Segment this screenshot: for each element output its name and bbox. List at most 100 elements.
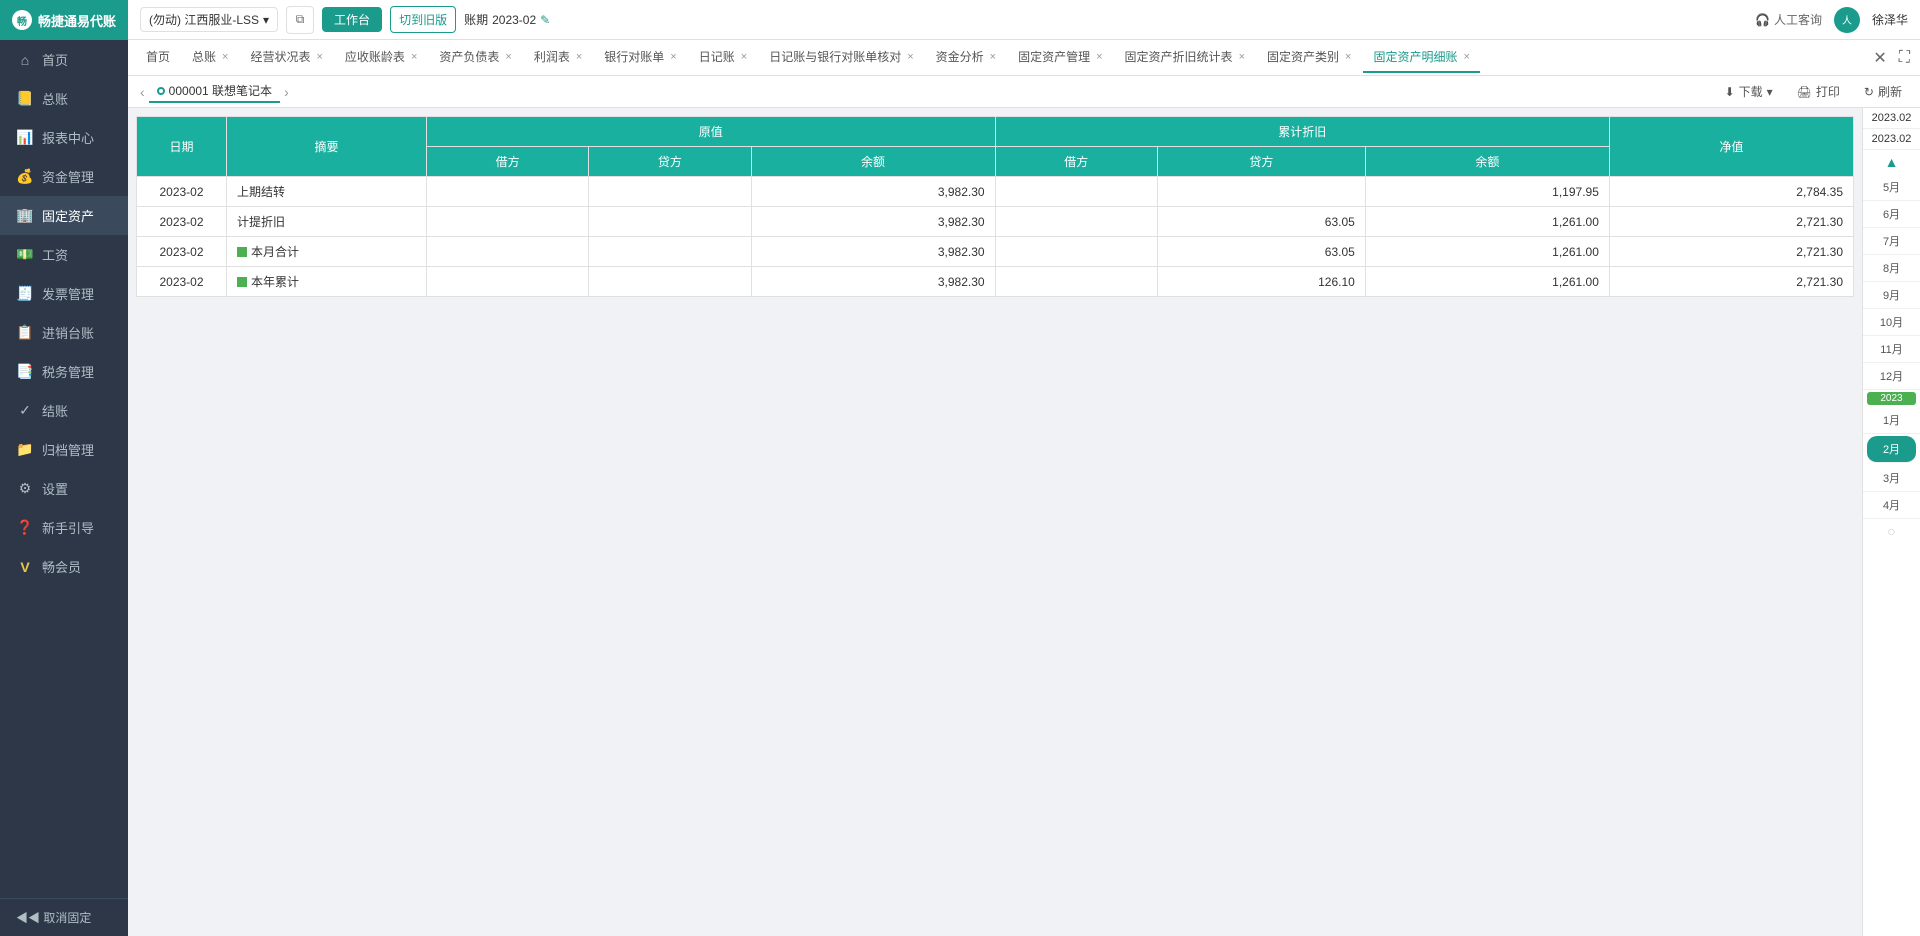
download-button[interactable]: ⬇ 下载 ▾ [1719,80,1779,103]
sidebar-item-invoice[interactable]: 🧾 发票管理 [0,274,128,313]
settings-icon: ⚙ [16,480,34,498]
period-month-3[interactable]: 3月 [1863,465,1920,492]
tab-journal-close[interactable]: × [741,51,747,63]
tab-asset-category[interactable]: 固定资产类别 × [1257,42,1361,73]
tabs-bar: 首页 总账 × 经营状况表 × 应收账龄表 × 资产负债表 × 利润表 × 银行… [128,40,1920,76]
period-month-2-active[interactable]: 2月 [1867,436,1916,463]
tab-fund-analysis[interactable]: 资金分析 × [926,42,1006,73]
sidebar-label-tax: 税务管理 [42,362,94,381]
period-scroll-up[interactable]: ▲ [1863,150,1920,174]
tab-journal-bank-label: 日记账与银行对账单核对 [769,48,901,65]
cell-desc-2: 本月合计 [227,237,427,267]
tab-receivable-close[interactable]: × [411,51,417,63]
tab-profit-close[interactable]: × [576,51,582,63]
period-month-9[interactable]: 9月 [1863,282,1920,309]
cell-orig-balance-0: 3,982.30 [751,177,995,207]
user-service-button[interactable]: 🎧 人工客询 [1755,11,1822,28]
tab-journal[interactable]: 日记账 × [689,42,757,73]
cell-desc-1: 计提折旧 [227,207,427,237]
switch-old-label: 切到旧版 [399,13,447,27]
cell-orig-debit-3 [427,267,589,297]
sub-nav-current-item[interactable]: 000001 联想笔记本 [149,80,280,103]
th-acc-debit: 借方 [995,147,1157,177]
sidebar-item-ledger[interactable]: 📒 总账 [0,79,128,118]
sub-nav-right-arrow[interactable]: › [284,84,289,100]
asset-detail-table: 日期 摘要 原值 累计折旧 净值 [136,116,1854,297]
tab-journal-bank-check[interactable]: 日记账与银行对账单核对 × [759,42,923,73]
tab-asset-dep-close[interactable]: × [1239,51,1245,63]
tab-asset-mgmt[interactable]: 固定资产管理 × [1008,42,1112,73]
period-scroll-down[interactable]: ○ [1863,519,1920,543]
tab-asset-cat-close[interactable]: × [1345,51,1351,63]
tab-journal-bank-close[interactable]: × [907,51,913,63]
period-month-4[interactable]: 4月 [1863,492,1920,519]
period-month-6[interactable]: 6月 [1863,201,1920,228]
tab-bank-statement[interactable]: 银行对账单 × [594,42,686,73]
tab-ledger-close[interactable]: × [222,51,228,63]
workbench-button[interactable]: 工作台 [322,7,382,32]
period-year-2023-top2: 2023.02 [1863,129,1920,150]
sales-icon: 📋 [16,324,34,342]
content-area: 日期 摘要 原值 累计折旧 净值 [128,108,1920,936]
cell-acc-credit-3: 126.10 [1157,267,1365,297]
maximize-tabs-button[interactable]: ⛶ [1897,47,1912,69]
topbar-right: 🎧 人工客询 人 徐泽华 [1755,7,1908,33]
period-month-1[interactable]: 1月 [1863,407,1920,434]
sub-nav-dot [157,87,165,95]
cell-acc-debit-0 [995,177,1157,207]
sub-nav-left-arrow[interactable]: ‹ [140,84,145,100]
cell-acc-credit-2: 63.05 [1157,237,1365,267]
sidebar-item-assets[interactable]: 🏢 固定资产 [0,196,128,235]
copy-company-button[interactable]: ⧉ [286,6,314,34]
period-year-2023-top: 2023.02 [1863,108,1920,129]
period-month-11[interactable]: 11月 [1863,336,1920,363]
user-avatar: 人 [1834,7,1860,33]
sidebar-item-settle[interactable]: ✓ 结账 [0,391,128,430]
sidebar-item-settings[interactable]: ⚙ 设置 [0,469,128,508]
tab-balance-sheet[interactable]: 资产负债表 × [429,42,521,73]
period-edit-icon[interactable]: ✎ [540,13,550,27]
print-button[interactable]: 🖨 打印 [1791,80,1846,103]
tab-bank-close[interactable]: × [670,51,676,63]
sidebar-item-archive[interactable]: 📁 归档管理 [0,430,128,469]
tab-ledger[interactable]: 总账 × [182,42,238,73]
tab-management-close[interactable]: × [316,51,322,63]
cell-orig-credit-1 [589,207,751,237]
tab-balance-close[interactable]: × [505,51,511,63]
sidebar-nav: ⌂ 首页 📒 总账 📊 报表中心 💰 资金管理 🏢 固定资产 💵 工资 🧾 发票… [0,40,128,898]
headset-icon: 🎧 [1755,13,1770,27]
period-month-8[interactable]: 8月 [1863,255,1920,282]
period-month-7[interactable]: 7月 [1863,228,1920,255]
sidebar-item-reports[interactable]: 📊 报表中心 [0,118,128,157]
close-all-tabs-button[interactable]: ✕ [1871,46,1888,70]
refresh-button[interactable]: ↻ 刷新 [1858,80,1908,103]
sidebar-item-funds[interactable]: 💰 资金管理 [0,157,128,196]
cell-orig-balance-2: 3,982.30 [751,237,995,267]
download-label: 下载 [1739,83,1763,100]
tab-fund-close[interactable]: × [990,51,996,63]
sidebar-item-guide[interactable]: ❓ 新手引导 [0,508,128,547]
switch-old-button[interactable]: 切到旧版 [390,6,456,33]
tab-home[interactable]: 首页 [136,42,180,73]
tab-asset-dep-stat[interactable]: 固定资产折旧统计表 × [1115,42,1255,73]
sidebar-item-salary[interactable]: 💵 工资 [0,235,128,274]
tab-receivable[interactable]: 应收账龄表 × [335,42,427,73]
sub-nav: ‹ 000001 联想笔记本 › ⬇ 下载 ▾ 🖨 打印 ↻ 刷新 [128,76,1920,108]
cell-net-value-2: 2,721.30 [1609,237,1853,267]
company-selector[interactable]: (勿动) 江西服业-LSS ▾ [140,7,278,32]
unpin-button[interactable]: ◀◀ 取消固定 [0,898,128,936]
sidebar-item-member[interactable]: V 畅会员 [0,547,128,586]
tab-asset-detail[interactable]: 固定资产明细账 × [1363,42,1479,73]
tab-management-status[interactable]: 经营状况表 × [240,42,332,73]
sidebar-item-sales[interactable]: 📋 进销台账 [0,313,128,352]
period-month-10[interactable]: 10月 [1863,309,1920,336]
tab-profit[interactable]: 利润表 × [524,42,592,73]
tab-asset-mgmt-close[interactable]: × [1096,51,1102,63]
period-month-12[interactable]: 12月 [1863,363,1920,390]
sidebar-item-tax[interactable]: 📑 税务管理 [0,352,128,391]
tab-asset-detail-close[interactable]: × [1463,51,1469,63]
sidebar-item-home[interactable]: ⌂ 首页 [0,40,128,79]
sidebar-label-ledger: 总账 [42,89,68,108]
tab-bank-label: 银行对账单 [604,48,664,65]
period-month-5[interactable]: 5月 [1863,174,1920,201]
